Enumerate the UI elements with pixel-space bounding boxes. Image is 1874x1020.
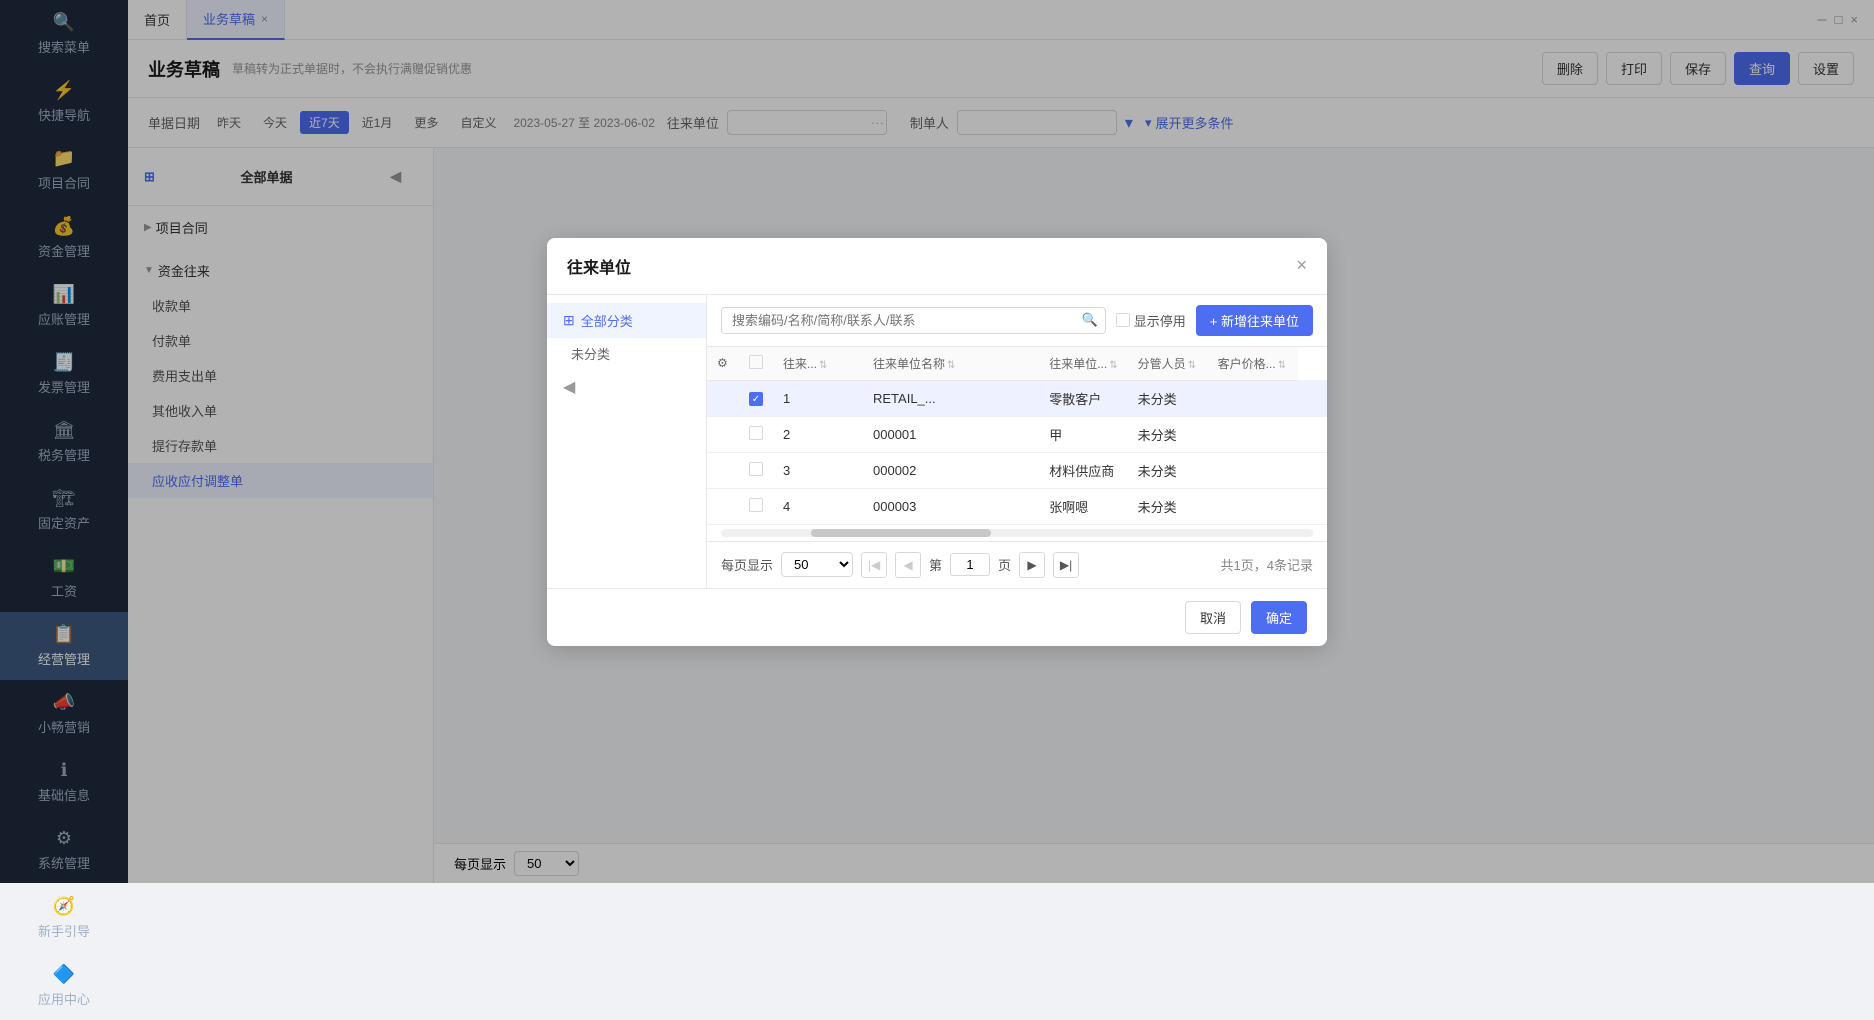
page-num-label: 第 [929, 555, 942, 574]
table-row[interactable]: 4 000003 张啊嗯 未分类 [707, 488, 1327, 524]
add-counterpart-button[interactable]: + 新增往来单位 [1196, 305, 1313, 336]
table-row[interactable]: 2 000001 甲 未分类 [707, 416, 1327, 452]
row-checkbox-1[interactable]: ✓ [749, 392, 763, 406]
page-size-select[interactable]: 50 10 20 100 [781, 552, 853, 577]
row-setting-1 [707, 380, 739, 416]
row-price-2 [1298, 416, 1327, 452]
sidebar-item-guide[interactable]: 🧭 新手引导 [0, 884, 128, 952]
table-row[interactable]: ✓ 1 RETAIL_... 零散客户 未分类 [707, 380, 1327, 416]
pager-next-btn[interactable]: ▶ [1019, 552, 1045, 578]
show-disabled-checkbox[interactable] [1116, 313, 1130, 327]
row-person-4 [1208, 488, 1298, 524]
dialog-search-input[interactable] [721, 307, 1106, 334]
row-name-3: 材料供应商 [1039, 452, 1127, 488]
page-input[interactable] [950, 553, 990, 576]
row-checkbox-4[interactable] [749, 498, 763, 512]
row-setting-2 [707, 416, 739, 452]
col-header-name[interactable]: 往来单位名称⇅ [863, 347, 1039, 381]
dialog-right: 🔍 显示停用 + 新增往来单位 ⚙ [707, 295, 1327, 588]
dialog-counterpart: 往来单位 × ⊞ 全部分类 未分类 ◀ [547, 238, 1327, 646]
row-check-2[interactable] [739, 416, 773, 452]
row-type-3: 未分类 [1128, 452, 1208, 488]
row-name-2: 甲 [1039, 416, 1127, 452]
row-price-3 [1298, 452, 1327, 488]
sort-icon-price: ⇅ [1278, 360, 1286, 371]
scroll-thumb[interactable] [811, 529, 991, 537]
pager-prev-btn[interactable]: ◀ [895, 552, 921, 578]
row-check-1[interactable]: ✓ [739, 380, 773, 416]
col-header-type[interactable]: 往来单位...⇅ [1039, 347, 1127, 381]
row-code-3: 000002 [863, 452, 1039, 488]
col-header-person[interactable]: 分管人员⇅ [1128, 347, 1208, 381]
row-code-1: RETAIL_... [863, 380, 1039, 416]
app-icon: 🔷 [53, 964, 75, 985]
row-type-2: 未分类 [1128, 416, 1208, 452]
dialog-collapse-button[interactable]: ◀ [547, 369, 706, 405]
search-icon-button[interactable]: 🔍 [1082, 312, 1098, 328]
table-row[interactable]: 3 000002 材料供应商 未分类 [707, 452, 1327, 488]
sidebar-item-app[interactable]: 🔷 应用中心 [0, 952, 128, 1020]
page-size-label: 每页显示 [721, 555, 773, 574]
dialog-close-button[interactable]: × [1296, 255, 1307, 276]
guide-icon: 🧭 [53, 896, 75, 917]
dialog-header: 往来单位 × [547, 238, 1327, 295]
pager-last-btn[interactable]: ▶| [1053, 552, 1079, 578]
row-person-2 [1208, 416, 1298, 452]
page-label: 页 [998, 555, 1011, 574]
row-person-1 [1208, 380, 1298, 416]
row-check-4[interactable] [739, 488, 773, 524]
row-checkbox-2[interactable] [749, 426, 763, 440]
row-type-4: 未分类 [1128, 488, 1208, 524]
sidebar-item-label: 应用中心 [38, 989, 90, 1008]
page-total: 共1页，4条记录 [1221, 555, 1313, 574]
scroll-track [721, 529, 1313, 537]
dialog-toolbar: 🔍 显示停用 + 新增往来单位 [707, 295, 1327, 347]
sort-icon-type: ⇅ [1109, 360, 1117, 371]
dialog-category-all[interactable]: ⊞ 全部分类 [547, 303, 706, 338]
row-name-4: 张啊嗯 [1039, 488, 1127, 524]
col-header-check[interactable] [739, 347, 773, 381]
row-no-3: 3 [773, 452, 863, 488]
row-setting-3 [707, 452, 739, 488]
dialog-category-all-label: 全部分类 [581, 311, 633, 330]
row-check-3[interactable] [739, 452, 773, 488]
sort-icon-person: ⇅ [1188, 360, 1196, 371]
pager-first-btn[interactable]: |◀ [861, 552, 887, 578]
dialog-title: 往来单位 [567, 254, 631, 278]
row-code-2: 000001 [863, 416, 1039, 452]
dialog-body: ⊞ 全部分类 未分类 ◀ 🔍 [547, 295, 1327, 588]
category-grid-icon: ⊞ [563, 312, 575, 329]
row-price-4 [1298, 488, 1327, 524]
header-checkbox[interactable] [749, 355, 763, 369]
row-name-1: 零散客户 [1039, 380, 1127, 416]
row-code-4: 000003 [863, 488, 1039, 524]
row-person-3 [1208, 452, 1298, 488]
sort-icon-code: ⇅ [819, 360, 827, 371]
dialog-table: ⚙ 往来...⇅ 往来单位名称⇅ [707, 347, 1327, 525]
row-price-1 [1298, 380, 1327, 416]
confirm-button[interactable]: 确定 [1251, 601, 1307, 634]
modal-overlay[interactable]: 往来单位 × ⊞ 全部分类 未分类 ◀ [0, 0, 1874, 883]
dialog-footer: 取消 确定 [547, 588, 1327, 646]
row-no-4: 4 [773, 488, 863, 524]
row-no-1: 1 [773, 380, 863, 416]
table-header-row: ⚙ 往来...⇅ 往来单位名称⇅ [707, 347, 1327, 381]
row-type-1: 未分类 [1128, 380, 1208, 416]
col-header-price[interactable]: 客户价格...⇅ [1208, 347, 1298, 381]
row-no-2: 2 [773, 416, 863, 452]
search-wrap: 🔍 [721, 307, 1106, 334]
sort-icon-name: ⇅ [947, 360, 955, 371]
dialog-categories: ⊞ 全部分类 未分类 ◀ [547, 295, 707, 588]
sidebar-item-label: 新手引导 [38, 921, 90, 940]
dialog-category-unsorted[interactable]: 未分类 [547, 338, 706, 369]
row-checkbox-3[interactable] [749, 462, 763, 476]
col-header-code[interactable]: 往来...⇅ [773, 347, 863, 381]
dialog-pagination: 每页显示 50 10 20 100 |◀ ◀ 第 页 ▶ ▶| 共1页，4条记录 [707, 541, 1327, 588]
row-setting-4 [707, 488, 739, 524]
cancel-button[interactable]: 取消 [1185, 601, 1241, 634]
col-header-setting[interactable]: ⚙ [707, 347, 739, 381]
show-disabled-label[interactable]: 显示停用 [1116, 311, 1186, 330]
dialog-table-wrap: ⚙ 往来...⇅ 往来单位名称⇅ [707, 347, 1327, 525]
